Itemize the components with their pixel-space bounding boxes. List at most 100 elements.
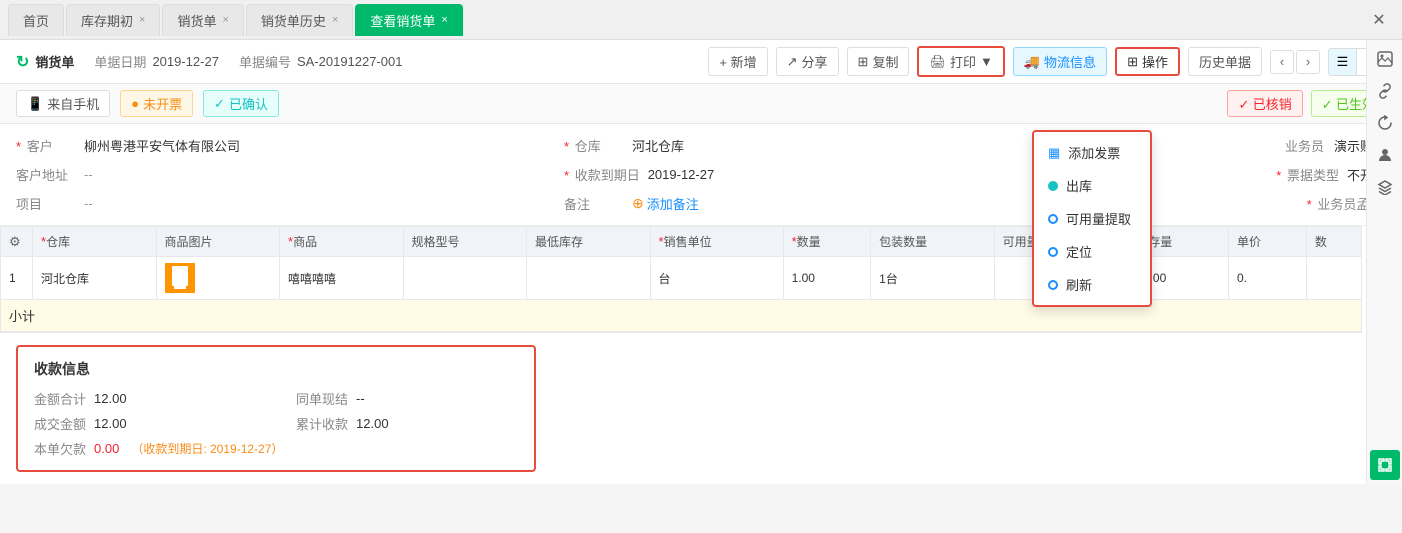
tab-inventory-init-close[interactable]: × — [139, 14, 145, 26]
tab-sales-history[interactable]: 销货单历史 × — [246, 4, 353, 36]
owe-row: 本单欠款 0.00 （收款到期日: 2019-12-27） — [34, 439, 518, 458]
share-icon: ↗ — [787, 54, 798, 70]
amount-total-value: 12.00 — [94, 391, 127, 406]
share-label: 分享 — [802, 52, 828, 71]
window-close-button[interactable]: ✕ — [1364, 5, 1394, 35]
employee-field: * 业务员孟 -- — [1112, 194, 1386, 213]
copy-button[interactable]: ⊞ 复制 — [847, 47, 910, 76]
col-price-header: 单价 — [1228, 227, 1306, 257]
sidebar-layers-icon[interactable] — [1370, 172, 1400, 202]
add-invoice-icon: ▦ — [1048, 145, 1060, 161]
sold-tag: ✓ 已核销 — [1227, 90, 1302, 117]
locate-item[interactable]: 定位 — [1034, 235, 1150, 268]
operation-dropdown: ▦ 添加发票 出库 可用量提取 定位 刷新 — [1032, 130, 1152, 307]
remark-field: 备注 ⊕ 添加备注 — [564, 194, 1112, 213]
tab-bar-right: ✕ — [1364, 5, 1394, 35]
col-spec-header: 规格型号 — [403, 227, 527, 257]
settings-icon[interactable]: ⚙ — [9, 234, 21, 249]
doc-meta: 单据日期 2019-12-27 单据编号 SA-20191227-001 — [94, 52, 708, 71]
payment-date-field: * 收款到期日 2019-12-27 — [564, 165, 1112, 184]
table-header-row: ⚙ *仓库 商品图片 *商品 规格型号 最低库存 *销售单位 *数量 — [1, 227, 1362, 257]
doc-type-label: 销货单 — [35, 52, 74, 71]
share-button[interactable]: ↗ 分享 — [776, 47, 839, 76]
customer-label: * 客户 — [16, 136, 76, 155]
subtotal-cell: 小计 — [1, 300, 1362, 332]
col-pack-header: 包装数量 — [871, 227, 995, 257]
tab-view-sales-close[interactable]: × — [441, 14, 447, 26]
cell-unit: 台 — [650, 257, 783, 300]
new-label: + 新增 — [719, 52, 756, 71]
refresh-item[interactable]: 刷新 — [1034, 268, 1150, 301]
doc-date-label: 单据日期 — [94, 52, 146, 71]
list-view-button[interactable]: ☰ — [1329, 49, 1357, 75]
table-row: 1 河北仓库 嘻嘻嘻嘻 台 1.00 — [1, 257, 1362, 300]
ticket-type-label: * 票据类型 — [1276, 165, 1339, 184]
doc-title: ↻ 销货单 — [16, 52, 74, 72]
tab-view-sales[interactable]: 查看销货单 × — [355, 4, 462, 36]
refresh-label: 刷新 — [1066, 275, 1092, 294]
address-label: 客户地址 — [16, 165, 76, 184]
doc-number-label: 单据编号 — [239, 52, 291, 71]
sidebar-image-icon[interactable] — [1370, 44, 1400, 74]
add-remark-button[interactable]: ⊕ 添加备注 — [632, 194, 699, 213]
sales-order-icon: ↻ — [16, 52, 29, 72]
col-warehouse-header: *仓库 — [33, 227, 157, 257]
open-ticket-button[interactable]: ● 未开票 — [120, 90, 193, 117]
sidebar-rotate-icon[interactable] — [1370, 108, 1400, 138]
outbound-item[interactable]: 出库 — [1034, 169, 1150, 202]
cell-min-stock — [527, 257, 651, 300]
warehouse-value: 河北仓库 — [632, 136, 684, 155]
locate-icon — [1048, 247, 1058, 257]
outbound-label: 出库 — [1066, 176, 1092, 195]
ticket-type-field: * 票据类型 不开票 — [1112, 165, 1386, 184]
operation-button[interactable]: ⊞ 操作 — [1115, 47, 1180, 76]
copy-icon: ⊞ — [858, 54, 869, 70]
tab-sales-history-close[interactable]: × — [332, 14, 338, 26]
prev-button[interactable]: ‹ — [1270, 50, 1294, 74]
staff-label: 业务员 — [1285, 136, 1334, 155]
same-order-row: 同单现结 -- — [296, 389, 518, 408]
add-invoice-item[interactable]: ▦ 添加发票 — [1034, 136, 1150, 169]
refresh-icon — [1048, 280, 1058, 290]
tab-inventory-init[interactable]: 库存期初 × — [66, 4, 160, 36]
print-button[interactable]: 🖨 打印 ▼ — [917, 46, 1004, 77]
next-button[interactable]: › — [1296, 50, 1320, 74]
tab-sales-order[interactable]: 销货单 × — [162, 4, 243, 36]
quantity-pick-item[interactable]: 可用量提取 — [1034, 202, 1150, 235]
doc-number-value: SA-20191227-001 — [297, 54, 403, 69]
address-value: -- — [84, 167, 93, 182]
employee-label: * 业务员孟 — [1307, 194, 1370, 213]
warehouse-label: * 仓库 — [564, 136, 624, 155]
add-remark-label: 添加备注 — [647, 194, 699, 213]
cell-warehouse: 河北仓库 — [33, 257, 157, 300]
tab-sales-order-close[interactable]: × — [222, 14, 228, 26]
col-settings: ⚙ — [1, 227, 33, 257]
effect-icon: ✓ — [1322, 97, 1333, 112]
amount-total-label: 金额合计 — [34, 389, 86, 408]
doc-actions: + 新增 ↗ 分享 ⊞ 复制 🖨 打印 ▼ 🚚 物流信息 ⊞ 操作 — [708, 46, 1386, 77]
phone-label: 来自手机 — [47, 94, 99, 113]
logistics-button[interactable]: 🚚 物流信息 — [1013, 47, 1107, 76]
logistics-label: 物流信息 — [1044, 52, 1096, 71]
sidebar-expand-icon[interactable] — [1370, 450, 1400, 480]
confirm-button[interactable]: ✓ 已确认 — [203, 90, 279, 117]
staff-field: 业务员 演示账号 — [1112, 136, 1386, 155]
phone-button[interactable]: 📱 来自手机 — [16, 90, 110, 117]
sidebar-link-icon[interactable] — [1370, 76, 1400, 106]
new-button[interactable]: + 新增 — [708, 47, 767, 76]
cell-image — [156, 257, 280, 300]
payment-grid: 金额合计 12.00 同单现结 -- 成交金额 12.00 累计收款 12.00… — [34, 389, 518, 458]
cell-price: 0. — [1228, 257, 1306, 300]
tab-home[interactable]: 首页 — [8, 4, 64, 36]
warehouse-field: * 仓库 河北仓库 — [564, 136, 1112, 155]
history-button[interactable]: 历史单据 — [1188, 47, 1262, 76]
open-icon: ● — [131, 96, 139, 111]
tab-inventory-init-label: 库存期初 — [81, 11, 133, 30]
status-right: ✓ 已核销 ✓ 已生效 — [1227, 90, 1386, 117]
address-field: 客户地址 -- — [16, 165, 564, 184]
confirm-icon: ✓ — [214, 96, 225, 112]
cell-qty: 1.00 — [783, 257, 871, 300]
confirm-label: 已确认 — [229, 94, 268, 113]
cell-product: 嘻嘻嘻嘻 — [280, 257, 404, 300]
sidebar-user-icon[interactable] — [1370, 140, 1400, 170]
